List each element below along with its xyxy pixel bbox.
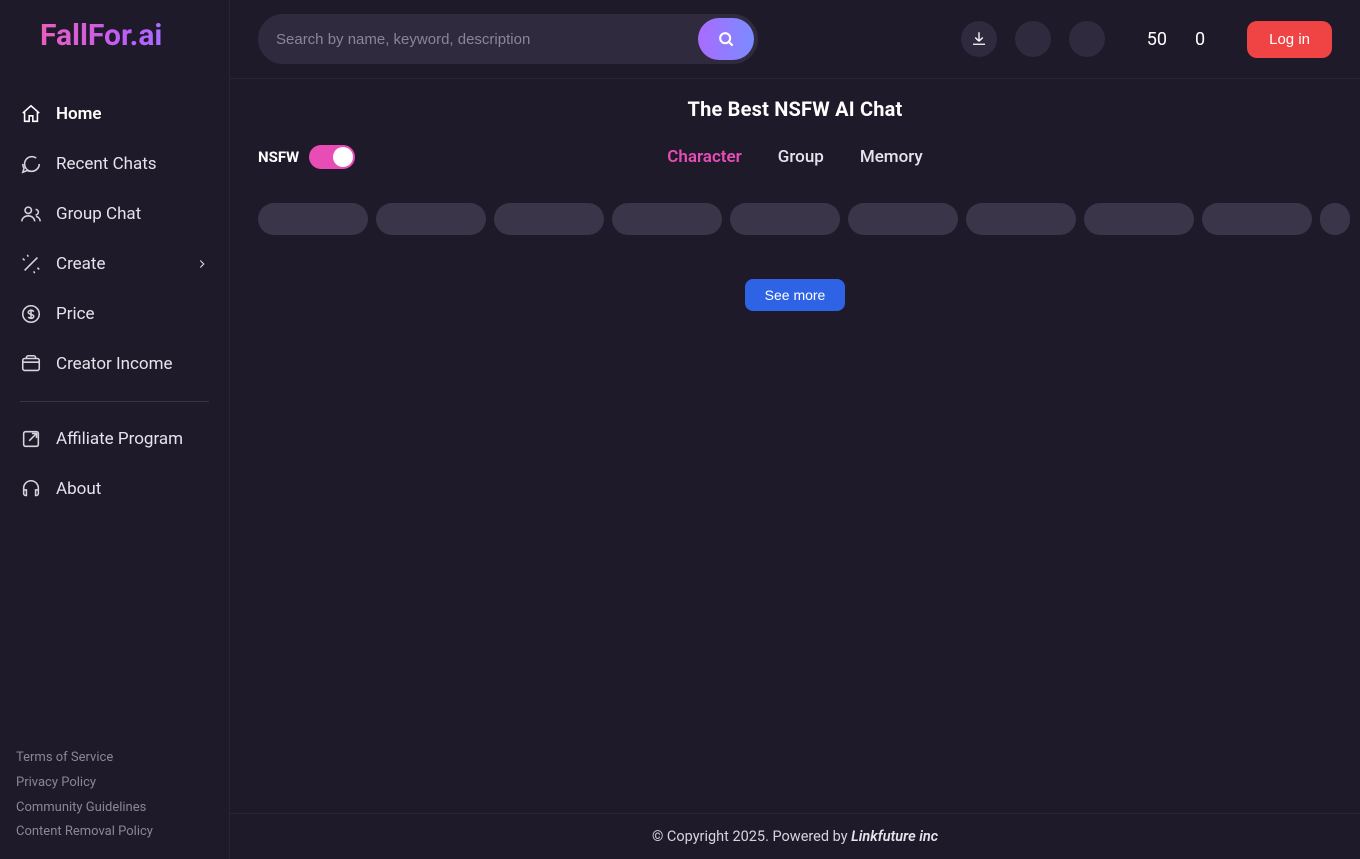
- nsfw-toggle[interactable]: [309, 145, 355, 169]
- legal-terms[interactable]: Terms of Service: [16, 746, 213, 771]
- sidebar-item-label: Affiliate Program: [56, 429, 183, 449]
- search-container: [258, 14, 758, 64]
- category-chip[interactable]: [1202, 203, 1312, 235]
- count-a: 50: [1147, 29, 1167, 50]
- tab-group[interactable]: Group: [778, 147, 824, 167]
- nsfw-label: NSFW: [258, 148, 299, 166]
- group-icon: [20, 203, 42, 225]
- home-icon: [20, 103, 42, 125]
- footer-company[interactable]: Linkfuture inc: [851, 828, 938, 845]
- tab-memory[interactable]: Memory: [860, 147, 923, 167]
- legal-community[interactable]: Community Guidelines: [16, 796, 213, 821]
- tab-character[interactable]: Character: [667, 147, 742, 167]
- controls-row: NSFW Character Group Memory: [230, 145, 1360, 189]
- download-button[interactable]: [961, 21, 997, 57]
- footer-copyright: © Copyright 2025. Powered by: [652, 828, 851, 845]
- header-counts: 50 0: [1147, 29, 1205, 50]
- count-b: 0: [1195, 29, 1205, 50]
- tabs: Character Group Memory: [667, 147, 923, 167]
- category-chip[interactable]: [966, 203, 1076, 235]
- legal-privacy[interactable]: Privacy Policy: [16, 771, 213, 796]
- sidebar-item-label: Price: [56, 304, 95, 324]
- sidebar-item-label: Creator Income: [56, 354, 173, 374]
- wand-icon: [20, 253, 42, 275]
- external-link-icon: [20, 428, 42, 450]
- category-chip[interactable]: [494, 203, 604, 235]
- wallet-icon: [20, 353, 42, 375]
- download-icon: [970, 30, 988, 48]
- sidebar-item-label: Recent Chats: [56, 154, 157, 174]
- legal-content-removal[interactable]: Content Removal Policy: [16, 820, 213, 845]
- footer: © Copyright 2025. Powered by Linkfuture …: [230, 813, 1360, 859]
- sidebar-item-label: About: [56, 479, 101, 499]
- login-button[interactable]: Log in: [1247, 21, 1332, 58]
- sidebar-item-recent-chats[interactable]: Recent Chats: [0, 139, 229, 189]
- sidebar-item-label: Group Chat: [56, 204, 141, 224]
- toggle-knob: [333, 147, 353, 167]
- topbar: 50 0 Log in: [230, 0, 1360, 79]
- nav: Home Recent Chats Group Chat Create: [0, 71, 229, 736]
- category-chip[interactable]: [376, 203, 486, 235]
- sidebar-item-create[interactable]: Create: [0, 239, 229, 289]
- top-icon-button-3[interactable]: [1069, 21, 1105, 57]
- sidebar-item-about[interactable]: About: [0, 464, 229, 514]
- main: 50 0 Log in The Best NSFW AI Chat NSFW C…: [230, 0, 1360, 859]
- sidebar-item-creator-income[interactable]: Creator Income: [0, 339, 229, 389]
- search-button[interactable]: [698, 18, 754, 60]
- see-more-button[interactable]: See more: [745, 279, 846, 311]
- category-chip[interactable]: [848, 203, 958, 235]
- category-chip[interactable]: [1320, 203, 1350, 235]
- page-heading: The Best NSFW AI Chat: [230, 97, 1360, 145]
- headset-icon: [20, 478, 42, 500]
- sidebar-item-label: Create: [56, 254, 106, 274]
- top-icon-button-2[interactable]: [1015, 21, 1051, 57]
- sidebar: FallFor.ai Home Recent Chats Group Chat …: [0, 0, 230, 859]
- category-chip[interactable]: [258, 203, 368, 235]
- sidebar-item-price[interactable]: Price: [0, 289, 229, 339]
- chat-icon: [20, 153, 42, 175]
- sidebar-item-home[interactable]: Home: [0, 89, 229, 139]
- sidebar-item-affiliate[interactable]: Affiliate Program: [0, 414, 229, 464]
- sidebar-item-label: Home: [56, 104, 102, 124]
- category-chips: [230, 189, 1360, 249]
- category-chip[interactable]: [1084, 203, 1194, 235]
- chevron-right-icon: [195, 257, 209, 271]
- dollar-icon: [20, 303, 42, 325]
- sidebar-item-group-chat[interactable]: Group Chat: [0, 189, 229, 239]
- brand-logo[interactable]: FallFor.ai: [0, 0, 229, 71]
- nav-divider: [20, 401, 209, 402]
- nsfw-toggle-group: NSFW: [258, 145, 355, 169]
- category-chip[interactable]: [612, 203, 722, 235]
- search-input[interactable]: [276, 31, 698, 48]
- category-chip[interactable]: [730, 203, 840, 235]
- legal-links: Terms of Service Privacy Policy Communit…: [0, 736, 229, 859]
- search-icon: [716, 29, 736, 49]
- content: The Best NSFW AI Chat NSFW Character Gro…: [230, 79, 1360, 859]
